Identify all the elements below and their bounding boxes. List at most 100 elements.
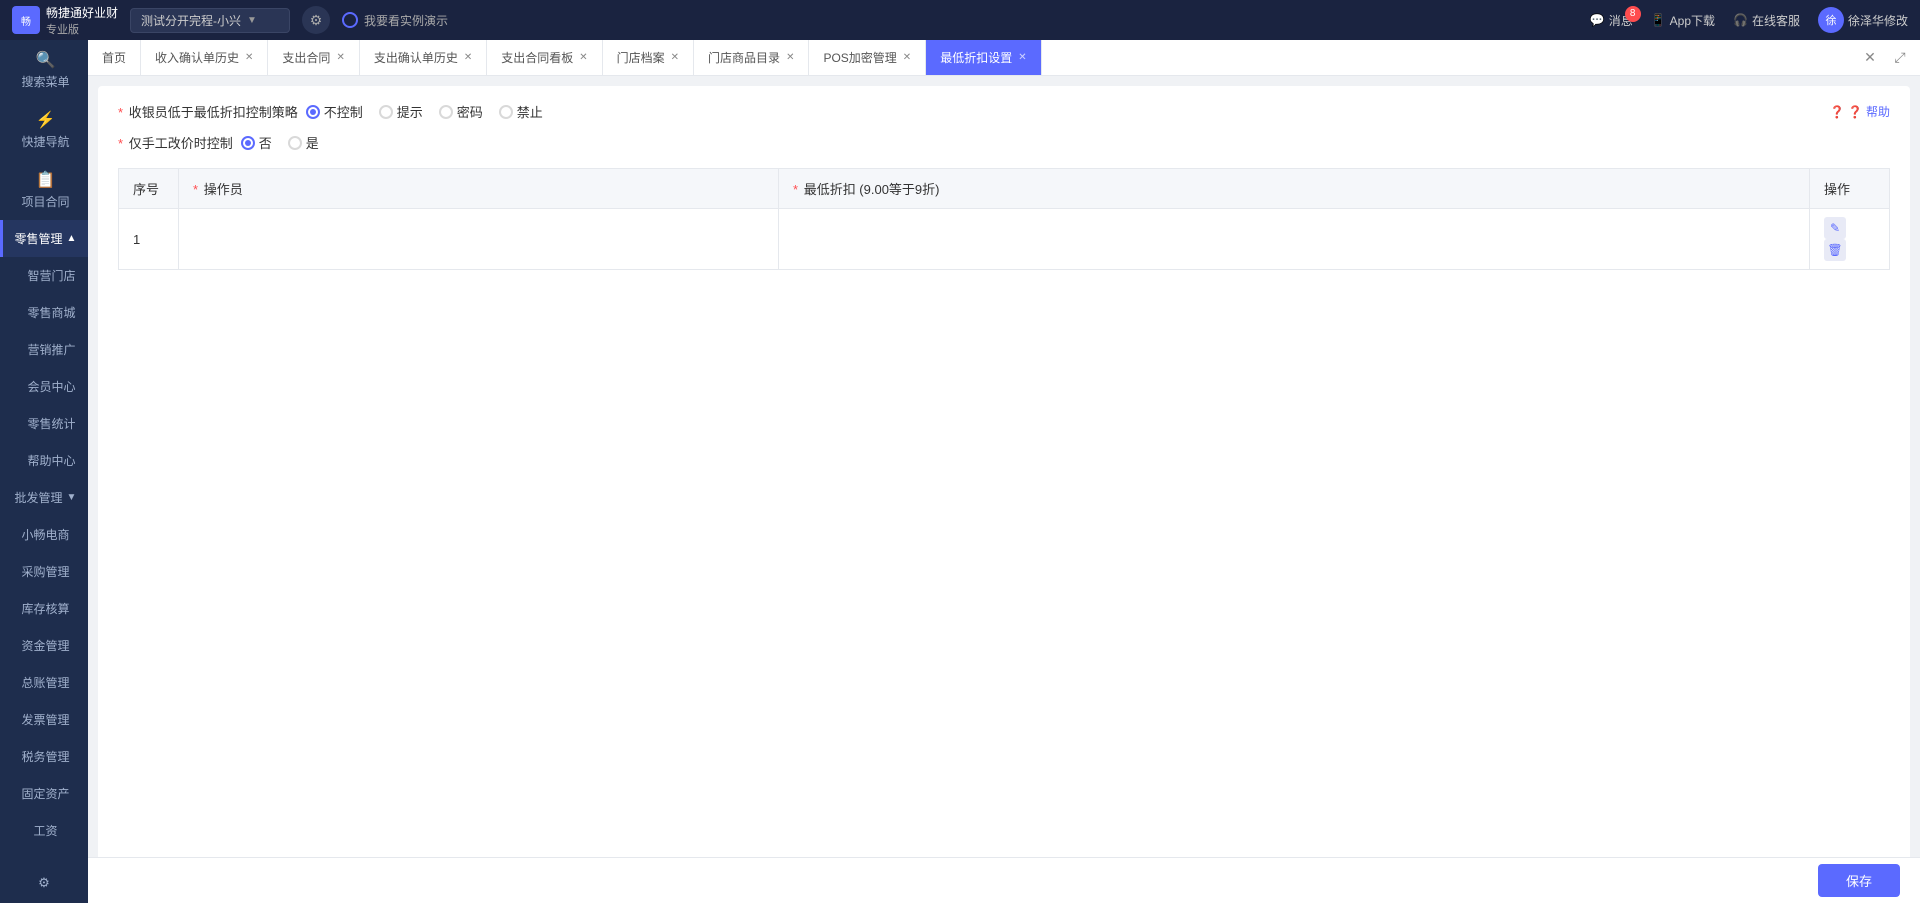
radio-no-control[interactable]: 不控制 — [306, 102, 363, 121]
help-link[interactable]: ❓ ❓ 帮助 — [1830, 103, 1890, 120]
close-icon[interactable]: ✕ — [903, 52, 911, 63]
sidebar-item-tax[interactable]: 税务管理 — [0, 738, 88, 775]
radio-ban[interactable]: 禁止 — [499, 102, 543, 121]
app-download-btn[interactable]: 📱 App下载 — [1651, 12, 1715, 29]
save-button[interactable]: 保存 — [1818, 864, 1900, 897]
sidebar-item-help[interactable]: 帮助中心 — [0, 442, 88, 479]
gear-icon: ⚙ — [38, 875, 50, 890]
cell-seq: 1 — [119, 209, 179, 270]
online-support-btn[interactable]: 🎧 在线客服 — [1733, 12, 1800, 29]
form-section: * 收银员低于最低折扣控制策略 不控制 提示 密码 — [118, 102, 1890, 152]
discount-strategy-row: * 收银员低于最低折扣控制策略 不控制 提示 密码 — [118, 102, 1890, 121]
sidebar-item-wholesale[interactable]: 批发管理 ▼ — [0, 479, 88, 516]
project-name: 测试分开完程-小兴 — [141, 12, 241, 29]
tab-store-product[interactable]: 门店商品目录 ✕ — [694, 40, 809, 76]
search-icon: 🔍 — [3, 50, 88, 70]
radio-dot-prompt — [379, 105, 393, 119]
delete-row-btn[interactable]: 🗑 — [1824, 239, 1846, 261]
tab-bar-actions: ✕ ⤢ — [1850, 46, 1920, 70]
close-icon[interactable]: ✕ — [671, 52, 679, 63]
tab-min-discount[interactable]: 最低折扣设置 ✕ — [926, 40, 1041, 76]
tab-store-file[interactable]: 门店档案 ✕ — [603, 40, 694, 76]
project-selector[interactable]: 测试分开完程-小兴 ▼ — [130, 8, 290, 33]
cell-operator — [179, 209, 779, 270]
help-icon: ❓ — [1830, 105, 1845, 119]
th-seq: 序号 — [119, 169, 179, 209]
tab-home[interactable]: 首页 — [88, 40, 141, 76]
edit-row-btn[interactable]: ✎ — [1824, 217, 1846, 239]
sidebar-item-salary[interactable]: 工资 — [0, 812, 88, 849]
logo-text: 畅捷通好业财 专业版 — [46, 4, 118, 37]
th-actions: 操作 — [1810, 169, 1890, 209]
radio-dot-password — [439, 105, 453, 119]
project-icon: 📋 — [3, 170, 88, 190]
sidebar-item-retail-mall[interactable]: 零售商城 — [0, 294, 88, 331]
close-icon[interactable]: ✕ — [1018, 52, 1026, 63]
demo-link[interactable]: 我要看实例演示 — [342, 12, 448, 29]
radio-password[interactable]: 密码 — [439, 102, 483, 121]
table-header-row: 序号 * 操作员 * 最低折扣 (9.00等于9折) 操作 — [119, 169, 1890, 209]
th-operator: * 操作员 — [179, 169, 779, 209]
radio-prompt[interactable]: 提示 — [379, 102, 423, 121]
top-bar-right: 💬 消息 8 📱 App下载 🎧 在线客服 徐 徐泽华修改 — [1590, 7, 1908, 33]
table-row: 1 ✎ 🗑 — [119, 209, 1890, 270]
manual-control-radio-group: 否 是 — [241, 133, 319, 152]
sidebar-item-smart-store[interactable]: 智营门店 — [0, 257, 88, 294]
user-menu[interactable]: 徐 徐泽华修改 — [1818, 7, 1908, 33]
close-tab-btn[interactable]: ✕ — [1858, 46, 1882, 70]
settings-icon[interactable]: ⚙ — [302, 6, 330, 34]
app-logo: 畅 畅捷通好业财 专业版 — [12, 4, 118, 37]
message-badge: 8 — [1625, 6, 1641, 22]
discount-strategy-radio-group: 不控制 提示 密码 禁止 — [306, 102, 543, 121]
radio-dot-no — [241, 136, 255, 150]
sidebar-item-project[interactable]: 📋 项目合同 — [0, 160, 88, 220]
tab-payment-contract[interactable]: 支出合同 ✕ — [268, 40, 359, 76]
close-icon[interactable]: ✕ — [336, 52, 344, 63]
message-btn[interactable]: 💬 消息 8 — [1590, 12, 1633, 29]
cell-actions: ✎ 🗑 — [1810, 209, 1890, 270]
sidebar-item-inventory[interactable]: 库存核算 — [0, 590, 88, 627]
sidebar-item-ledger[interactable]: 总账管理 — [0, 664, 88, 701]
sidebar-item-purchase[interactable]: 采购管理 — [0, 553, 88, 590]
th-min-discount: * 最低折扣 (9.00等于9折) — [779, 169, 1810, 209]
chevron-up-icon: ▲ — [67, 233, 77, 244]
close-icon[interactable]: ✕ — [464, 52, 472, 63]
shortcut-icon: ⚡ — [3, 110, 88, 130]
top-bar: 畅 畅捷通好业财 专业版 测试分开完程-小兴 ▼ ⚙ 我要看实例演示 💬 消息 … — [0, 0, 1920, 40]
tab-pos-password[interactable]: POS加密管理 ✕ — [809, 40, 926, 76]
sidebar-item-retail-stats[interactable]: 零售统计 — [0, 405, 88, 442]
close-icon[interactable]: ✕ — [579, 52, 587, 63]
message-icon: 💬 — [1590, 13, 1605, 27]
chevron-down-icon: ▼ — [67, 492, 77, 503]
close-icon[interactable]: ✕ — [245, 52, 253, 63]
sidebar-item-member[interactable]: 会员中心 — [0, 368, 88, 405]
sidebar-item-invoice[interactable]: 发票管理 — [0, 701, 88, 738]
manual-control-row: * 仅手工改价时控制 否 是 — [118, 133, 1890, 152]
radio-dot-ban — [499, 105, 513, 119]
sidebar-item-marketing[interactable]: 营销推广 — [0, 331, 88, 368]
expand-tab-btn[interactable]: ⤢ — [1888, 46, 1912, 70]
sidebar: 🔍 搜索菜单 ⚡ 快捷导航 📋 项目合同 零售管理 ▲ 智营门店 零售商城 营销… — [0, 40, 88, 903]
sidebar-settings-btn[interactable]: ⚙ — [0, 863, 88, 903]
sidebar-item-assets[interactable]: 固定资产 — [0, 775, 88, 812]
tab-bar: 首页 收入确认单历史 ✕ 支出合同 ✕ 支出确认单历史 ✕ 支出合同看板 ✕ 门… — [88, 40, 1920, 76]
sidebar-item-search[interactable]: 🔍 搜索菜单 — [0, 40, 88, 100]
radio-dot-no-control — [306, 105, 320, 119]
radio-yes[interactable]: 是 — [288, 133, 319, 152]
sidebar-item-shortcut[interactable]: ⚡ 快捷导航 — [0, 100, 88, 160]
page-card: * 收银员低于最低折扣控制策略 不控制 提示 密码 — [98, 86, 1910, 893]
radio-no[interactable]: 否 — [241, 133, 272, 152]
download-icon: 📱 — [1651, 13, 1666, 27]
cell-min-discount — [779, 209, 1810, 270]
sidebar-item-retail[interactable]: 零售管理 ▲ — [0, 220, 88, 257]
close-icon[interactable]: ✕ — [786, 52, 794, 63]
tab-income-confirm[interactable]: 收入确认单历史 ✕ — [141, 40, 268, 76]
save-bar: 保存 — [88, 857, 1920, 903]
support-icon: 🎧 — [1733, 13, 1748, 27]
tab-payment-board[interactable]: 支出合同看板 ✕ — [487, 40, 602, 76]
manual-control-label: * 仅手工改价时控制 — [118, 133, 233, 152]
sidebar-item-ecommerce[interactable]: 小畅电商 — [0, 516, 88, 553]
avatar: 徐 — [1818, 7, 1844, 33]
sidebar-item-finance[interactable]: 资金管理 — [0, 627, 88, 664]
tab-payment-confirm[interactable]: 支出确认单历史 ✕ — [360, 40, 487, 76]
